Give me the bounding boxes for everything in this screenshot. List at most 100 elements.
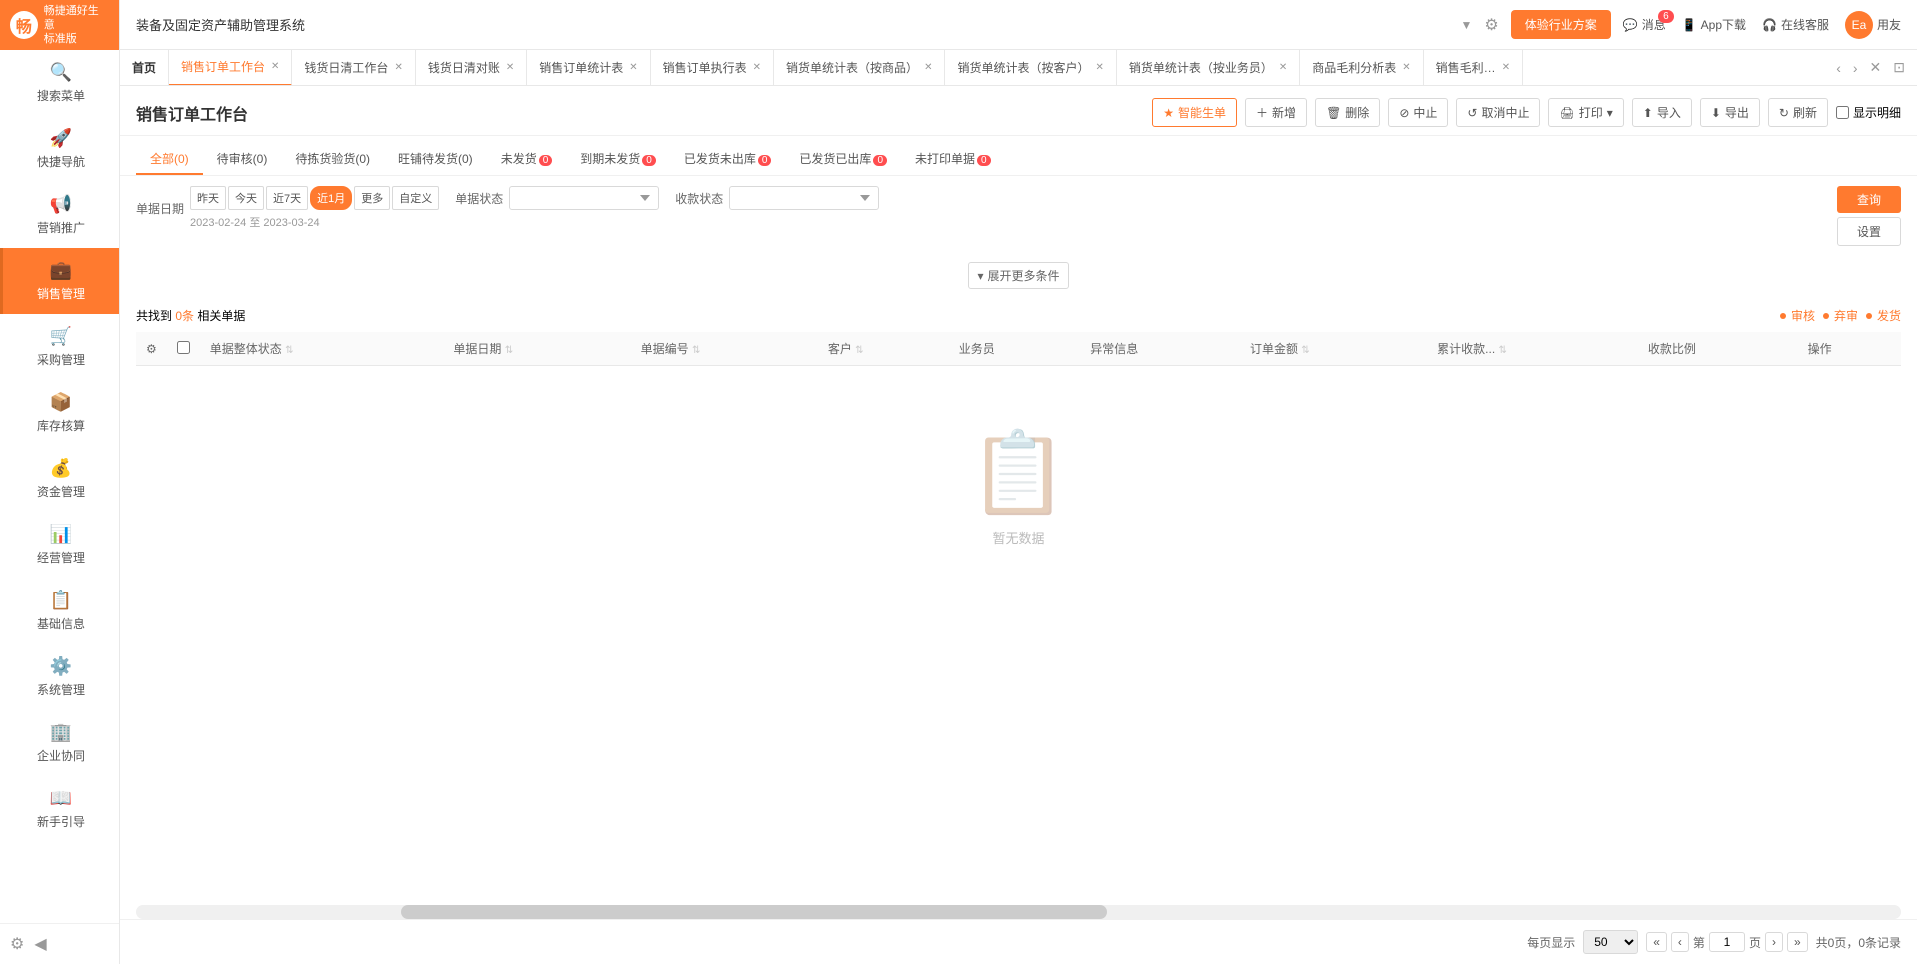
set-btn[interactable]: 设置 (1837, 217, 1901, 246)
date-btn-昨天[interactable]: 昨天 (190, 186, 226, 210)
tab-close-sales-profit[interactable]: ✕ (1502, 62, 1510, 73)
collapse-button[interactable]: ◀ (34, 934, 46, 954)
tab-close-sales-order-workbench[interactable]: ✕ (271, 61, 279, 72)
sidebar-item-quick-nav[interactable]: 🚀快捷导航 (0, 116, 119, 182)
tab-sales-order-workbench[interactable]: 销售订单工作台✕ (169, 50, 292, 86)
sidebar-item-finance[interactable]: 💰资金管理 (0, 446, 119, 512)
date-btn-更多[interactable]: 更多 (354, 186, 390, 210)
filter-tab-label-wangpu-pending: 旺铺待发货(0) (398, 152, 473, 166)
filter-tab-pending-review[interactable]: 待审核(0) (203, 144, 282, 175)
tab-close-cash-account[interactable]: ✕ (506, 62, 514, 73)
date-btn-近1月[interactable]: 近1月 (310, 186, 352, 210)
tab-sales-summary-product[interactable]: 销货单统计表（按商品）✕ (774, 50, 945, 86)
sidebar-item-business[interactable]: 📊经营管理 (0, 512, 119, 578)
table-header-row: ⚙ 单据整体状态 ⇅ 单据日期 ⇅ 单据编号 ⇅ 客户 ⇅ 业务员 异常信息 订… (136, 332, 1901, 366)
sidebar-item-guide[interactable]: 📖新手引导 (0, 776, 119, 842)
filter-tab-wangpu-pending[interactable]: 旺铺待发货(0) (384, 144, 487, 175)
query-btn[interactable]: 查询 (1837, 186, 1901, 213)
message-action[interactable]: 💬 消息 6 (1623, 16, 1666, 33)
refresh-btn[interactable]: ↻ 刷新 (1768, 98, 1828, 127)
filter-tab-shipped-out[interactable]: 已发货已出库0 (785, 144, 901, 175)
tab-label-sales-stats: 销售订单统计表 (539, 59, 623, 76)
last-page-btn[interactable]: » (1787, 932, 1808, 952)
sidebar-item-system[interactable]: ⚙️系统管理 (0, 644, 119, 710)
empty-text: 暂无数据 (992, 528, 1044, 547)
tab-close-sales-stats[interactable]: ✕ (629, 62, 637, 73)
tab-close-sales-summary-staff[interactable]: ✕ (1279, 62, 1287, 73)
tab-label-sales-summary-customer: 销货单统计表（按客户） (957, 59, 1089, 76)
date-btn-近7天[interactable]: 近7天 (266, 186, 308, 210)
scrollbar-thumb[interactable] (401, 905, 1107, 919)
prev-page-btn[interactable]: ‹ (1671, 932, 1689, 952)
stop-btn[interactable]: ⊘ 中止 (1388, 98, 1448, 127)
col-gear[interactable]: ⚙ (136, 332, 167, 366)
tab-sales-profit[interactable]: 销售毛利…✕ (1424, 50, 1523, 86)
tab-sales-exec[interactable]: 销售订单执行表✕ (651, 50, 774, 86)
page-input[interactable] (1709, 932, 1745, 952)
industry-btn[interactable]: 体验行业方案 (1511, 10, 1611, 39)
status-select[interactable] (509, 186, 659, 210)
print-btn[interactable]: 🖨 打印 ▾ (1548, 98, 1623, 127)
nav-label-purchase: 采购管理 (37, 351, 85, 368)
tab-cash-account[interactable]: 钱货日清对账✕ (416, 50, 527, 86)
sidebar-item-inventory[interactable]: 📦库存核算 (0, 380, 119, 446)
topbar-settings-icon[interactable]: ⚙ (1484, 15, 1498, 35)
tabbar: 首页销售订单工作台✕钱货日清工作台✕钱货日清对账✕销售订单统计表✕销售订单执行表… (120, 50, 1917, 86)
sidebar-item-enterprise[interactable]: 🏢企业协同 (0, 710, 119, 776)
filter-tab-not-printed[interactable]: 未打印单据0 (901, 144, 1005, 175)
user-action[interactable]: Ea 用友 (1845, 11, 1901, 39)
sidebar-item-sales[interactable]: 💼销售管理 (0, 248, 119, 314)
tab-sales-summary-customer[interactable]: 销货单统计表（按客户） ✕ (945, 50, 1116, 86)
date-btn-今天[interactable]: 今天 (228, 186, 264, 210)
system-dropdown[interactable]: ▼ (1460, 18, 1472, 32)
sidebar-item-marketing[interactable]: 📢营销推广 (0, 182, 119, 248)
tab-home[interactable]: 首页 (120, 50, 169, 86)
select-all-checkbox[interactable] (177, 341, 190, 354)
tab-gross-profit[interactable]: 商品毛利分析表✕ (1300, 50, 1423, 86)
page-label: 第 (1693, 934, 1705, 951)
filter-tab-all[interactable]: 全部(0) (136, 144, 203, 175)
date-btn-自定义[interactable]: 自定义 (392, 186, 439, 210)
tab-prev-btn[interactable]: ‹ (1832, 58, 1845, 78)
sidebar-item-basic-info[interactable]: 📋基础信息 (0, 578, 119, 644)
tab-sales-summary-staff[interactable]: 销货单统计表（按业务员）✕ (1117, 50, 1300, 86)
first-page-btn[interactable]: « (1646, 932, 1667, 952)
settings-button[interactable]: ⚙ (10, 934, 24, 954)
filter-tab-shipped-not-out[interactable]: 已发货未出库0 (670, 144, 786, 175)
scrollbar-area[interactable] (136, 905, 1901, 919)
tab-cash-daily[interactable]: 钱货日清工作台✕ (292, 50, 415, 86)
sidebar-item-search[interactable]: 🔍搜索菜单 (0, 50, 119, 116)
page-size-label: 每页显示 (1527, 934, 1575, 951)
tab-close-gross-profit[interactable]: ✕ (1402, 62, 1410, 73)
filter-tab-not-shipped[interactable]: 未发货0 (487, 144, 567, 175)
import-btn[interactable]: ⬆ 导入 (1632, 98, 1692, 127)
tab-close-all-btn[interactable]: ✕ (1866, 57, 1886, 78)
next-page-btn[interactable]: › (1765, 932, 1783, 952)
delete-btn[interactable]: 🗑 删除 (1315, 98, 1380, 127)
tab-next-btn[interactable]: › (1849, 58, 1862, 78)
tab-close-sales-summary-product[interactable]: ✕ (924, 62, 932, 73)
smart-create-btn[interactable]: ★ 智能生单 (1152, 98, 1237, 127)
tab-sales-stats[interactable]: 销售订单统计表 ✕ (527, 50, 650, 86)
tab-close-sales-exec[interactable]: ✕ (753, 62, 761, 73)
tab-close-cash-daily[interactable]: ✕ (394, 62, 402, 73)
system-title: 装备及固定资产辅助管理系统 (136, 15, 1448, 34)
cancel-action[interactable]: 弃审 (1823, 307, 1858, 324)
sidebar-item-purchase[interactable]: 🛒采购管理 (0, 314, 119, 380)
show-detail-label[interactable]: 显示明细 (1836, 104, 1901, 121)
review-action[interactable]: 审核 (1780, 307, 1815, 324)
collection-select[interactable] (729, 186, 879, 210)
page-size-select[interactable]: 102050100 (1583, 930, 1638, 954)
filter-tab-overdue-not-shipped[interactable]: 到期未发货0 (566, 144, 670, 175)
export-btn[interactable]: ⬇ 导出 (1700, 98, 1760, 127)
tab-expand-btn[interactable]: ⊡ (1889, 57, 1909, 78)
filter-tab-pending-inspect[interactable]: 待拣货验货(0) (281, 144, 384, 175)
expand-conditions-btn[interactable]: ▾ 展开更多条件 (968, 262, 1068, 289)
online-service-action[interactable]: 🎧 在线客服 (1762, 16, 1829, 33)
app-download-action[interactable]: 📱 App下载 (1682, 16, 1746, 33)
cancel-stop-btn[interactable]: ↺ 取消中止 (1456, 98, 1540, 127)
add-btn[interactable]: ＋ 新增 (1245, 98, 1307, 127)
ship-action[interactable]: 发货 (1866, 307, 1901, 324)
tab-close-sales-summary-customer[interactable]: ✕ (1095, 62, 1103, 73)
show-detail-checkbox[interactable] (1836, 106, 1849, 119)
